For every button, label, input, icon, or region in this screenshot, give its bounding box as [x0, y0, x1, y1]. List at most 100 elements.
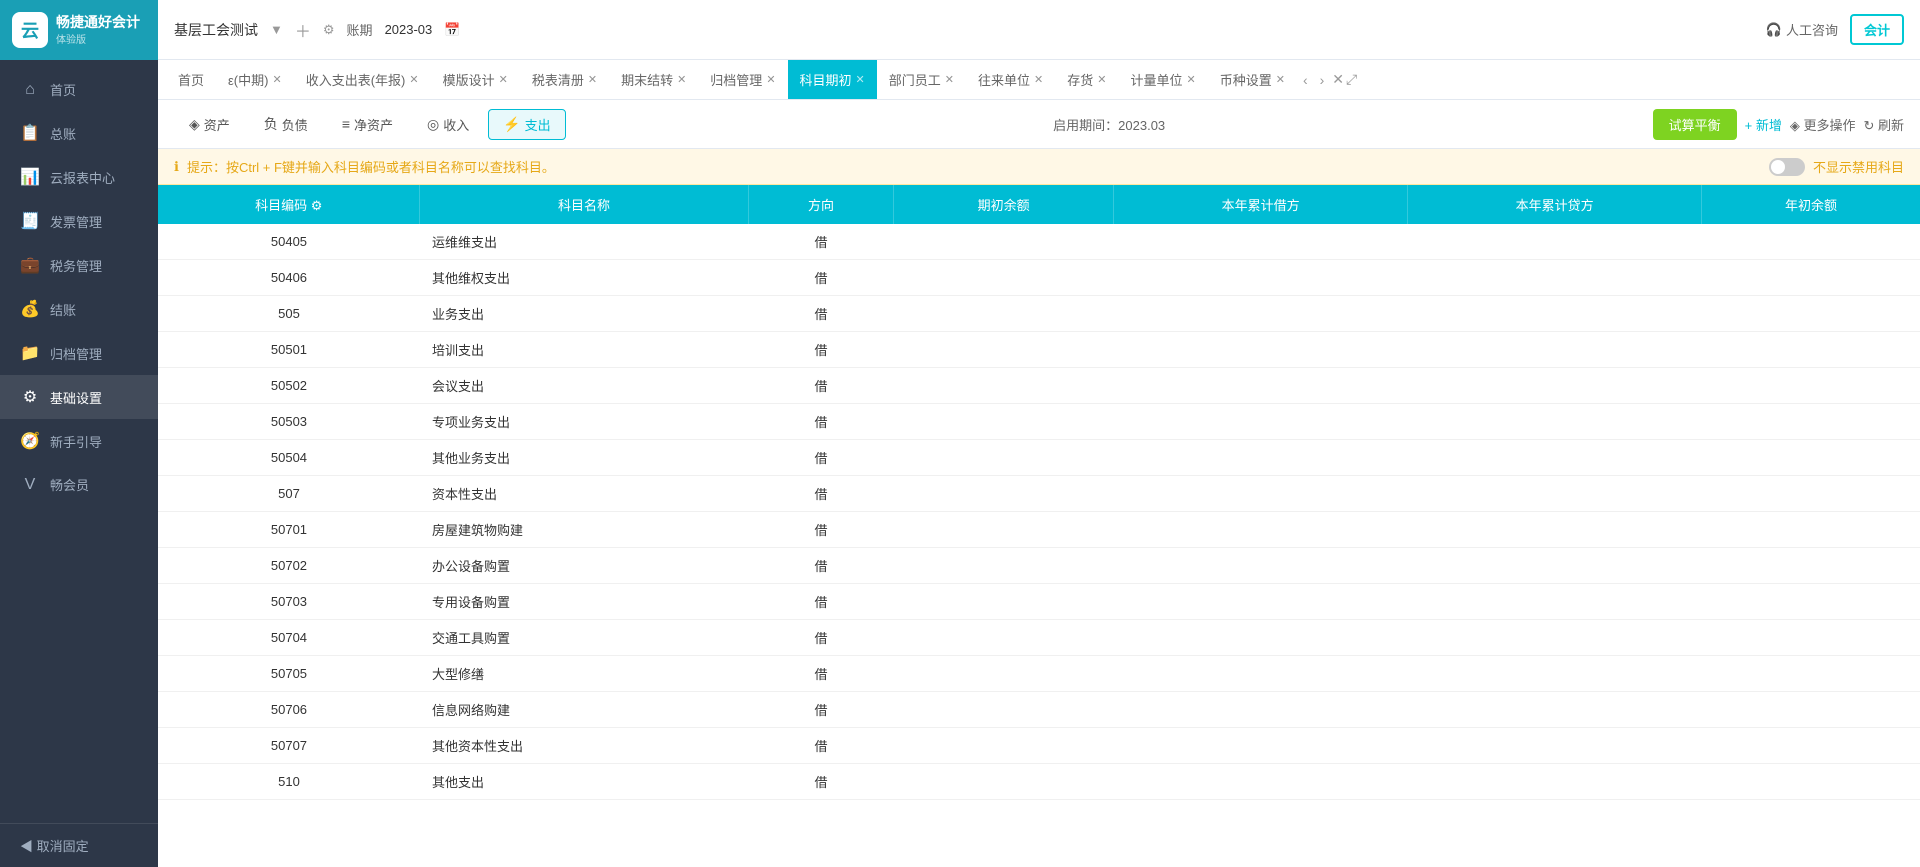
- tab-close-2[interactable]: ✕: [409, 73, 418, 86]
- cell-8-0: 50701: [158, 512, 420, 548]
- table-row[interactable]: 50405运维维支出借: [158, 224, 1920, 260]
- service-button[interactable]: 🎧 人工咨询: [1766, 20, 1838, 39]
- disable-toggle[interactable]: [1769, 158, 1805, 176]
- table-row[interactable]: 50504其他业务支出借: [158, 440, 1920, 476]
- subtab-expense[interactable]: ⚡ 支出: [488, 109, 565, 140]
- tab-close-10[interactable]: ✕: [1097, 73, 1106, 86]
- tab-5[interactable]: 期末结转✕: [609, 60, 698, 100]
- table-row[interactable]: 507资本性支出借: [158, 476, 1920, 512]
- balance-button[interactable]: 试算平衡: [1653, 109, 1737, 140]
- account-button[interactable]: 会计: [1850, 14, 1904, 45]
- tab-close-11[interactable]: ✕: [1186, 73, 1195, 86]
- table-row[interactable]: 50707其他资本性支出借: [158, 728, 1920, 764]
- add-button[interactable]: + 新增: [1745, 115, 1782, 134]
- sidebar-item-basic[interactable]: ⚙ 基础设置: [0, 375, 158, 419]
- col-header-3: 期初余额: [894, 185, 1114, 224]
- cell-14-0: 50707: [158, 728, 420, 764]
- tab-next-button[interactable]: ›: [1314, 72, 1331, 88]
- tab-close-6[interactable]: ✕: [766, 73, 775, 86]
- table-row[interactable]: 50702办公设备购置借: [158, 548, 1920, 584]
- tab-10[interactable]: 存货✕: [1055, 60, 1118, 100]
- table-row[interactable]: 50502会议支出借: [158, 368, 1920, 404]
- table-row[interactable]: 50704交通工具购置借: [158, 620, 1920, 656]
- tab-close-5[interactable]: ✕: [677, 73, 686, 86]
- sidebar-item-tax[interactable]: 💼 税务管理: [0, 243, 158, 287]
- calendar-icon[interactable]: 📅: [444, 22, 460, 38]
- tab-0[interactable]: 首页: [166, 60, 216, 100]
- tab-label-1: ε(中期): [228, 70, 268, 89]
- tab-2[interactable]: 收入支出表(年报)✕: [294, 60, 431, 100]
- cell-1-1: 其他维权支出: [420, 260, 748, 296]
- sidebar-item-invoice[interactable]: 🧾 发票管理: [0, 199, 158, 243]
- tab-12[interactable]: 币种设置✕: [1208, 60, 1297, 100]
- tab-3[interactable]: 模版设计✕: [431, 60, 520, 100]
- tab-close-9[interactable]: ✕: [1034, 73, 1043, 86]
- logo-icon: 云: [12, 12, 48, 48]
- sidebar-item-vip[interactable]: V 畅会员: [0, 463, 158, 506]
- subtab-liability[interactable]: 负 负债: [249, 108, 323, 140]
- cell-13-6: [1702, 692, 1920, 728]
- refresh-button[interactable]: ↻ 刷新: [1863, 115, 1904, 134]
- cell-0-1: 运维维支出: [420, 224, 748, 260]
- table-row[interactable]: 50706信息网络购建借: [158, 692, 1920, 728]
- tab-9[interactable]: 往来单位✕: [966, 60, 1055, 100]
- cell-11-5: [1408, 620, 1702, 656]
- tab-close-all-button[interactable]: ✕: [1332, 71, 1344, 88]
- table-row[interactable]: 50501培训支出借: [158, 332, 1920, 368]
- col-header-4: 本年累计借方: [1114, 185, 1408, 224]
- sidebar-item-settle[interactable]: 💰 结账: [0, 287, 158, 331]
- tab-4[interactable]: 税表清册✕: [520, 60, 609, 100]
- subtab-label-liability: 负债: [282, 115, 308, 134]
- add-company-button[interactable]: ＋: [295, 18, 311, 42]
- more-button[interactable]: ◈ 更多操作: [1790, 115, 1856, 134]
- table-row[interactable]: 50406其他维权支出借: [158, 260, 1920, 296]
- sidebar-item-home[interactable]: ⌂ 首页: [0, 68, 158, 111]
- tab-label-0: 首页: [178, 70, 204, 89]
- table-row[interactable]: 50705大型修缮借: [158, 656, 1920, 692]
- tab-8[interactable]: 部门员工✕: [877, 60, 966, 100]
- sidebar-item-report[interactable]: 📊 云报表中心: [0, 155, 158, 199]
- sidebar-item-ledger[interactable]: 📋 总账: [0, 111, 158, 155]
- cell-13-1: 信息网络购建: [420, 692, 748, 728]
- cell-11-2: 借: [748, 620, 894, 656]
- tab-close-12[interactable]: ✕: [1276, 73, 1285, 86]
- table-row[interactable]: 50503专项业务支出借: [158, 404, 1920, 440]
- tab-11[interactable]: 计量单位✕: [1118, 60, 1207, 100]
- cell-0-2: 借: [748, 224, 894, 260]
- cell-5-4: [1114, 404, 1408, 440]
- toggle-label: 不显示禁用科目: [1813, 157, 1904, 176]
- table-row[interactable]: 50703专用设备购置借: [158, 584, 1920, 620]
- subtab-income[interactable]: ◎ 收入: [412, 109, 484, 140]
- info-bar-right: 不显示禁用科目: [1769, 157, 1904, 176]
- tab-close-8[interactable]: ✕: [945, 73, 954, 86]
- table-row[interactable]: 50701房屋建筑物购建借: [158, 512, 1920, 548]
- invoice-icon: 🧾: [20, 211, 40, 231]
- table-row[interactable]: 510其他支出借: [158, 764, 1920, 800]
- cell-15-3: [894, 764, 1114, 800]
- sidebar-footer[interactable]: ◀ 取消固定: [0, 823, 158, 867]
- cell-3-5: [1408, 332, 1702, 368]
- table-row[interactable]: 505业务支出借: [158, 296, 1920, 332]
- company-dropdown-icon[interactable]: ▼: [270, 22, 283, 37]
- cell-13-5: [1408, 692, 1702, 728]
- period-value: 2023-03: [385, 22, 433, 37]
- sidebar-item-archive[interactable]: 📁 归档管理: [0, 331, 158, 375]
- tab-7[interactable]: 科目期初✕: [788, 60, 877, 100]
- subtab-equity[interactable]: ≡ 净资产: [327, 109, 408, 140]
- tab-close-7[interactable]: ✕: [856, 73, 865, 86]
- settings-icon[interactable]: ⚙: [323, 22, 335, 38]
- tab-close-4[interactable]: ✕: [588, 73, 597, 86]
- tab-prev-button[interactable]: ‹: [1297, 72, 1314, 88]
- cell-11-6: [1702, 620, 1920, 656]
- tab-expand-button[interactable]: ⤢: [1346, 71, 1357, 88]
- cell-5-0: 50503: [158, 404, 420, 440]
- tab-6[interactable]: 归档管理✕: [698, 60, 787, 100]
- subtab-asset[interactable]: ◈ 资产: [174, 109, 245, 140]
- tab-1[interactable]: ε(中期) ✕: [216, 60, 294, 100]
- info-bar: ℹ 提示：按Ctrl + F键并输入科目编码或者科目名称可以查找科目。 不显示禁…: [158, 149, 1920, 185]
- sidebar-item-guide[interactable]: 🧭 新手引导: [0, 419, 158, 463]
- tax-icon: 💼: [20, 255, 40, 275]
- cell-9-6: [1702, 548, 1920, 584]
- tab-close-1[interactable]: ✕: [272, 73, 281, 86]
- tab-close-3[interactable]: ✕: [499, 73, 508, 86]
